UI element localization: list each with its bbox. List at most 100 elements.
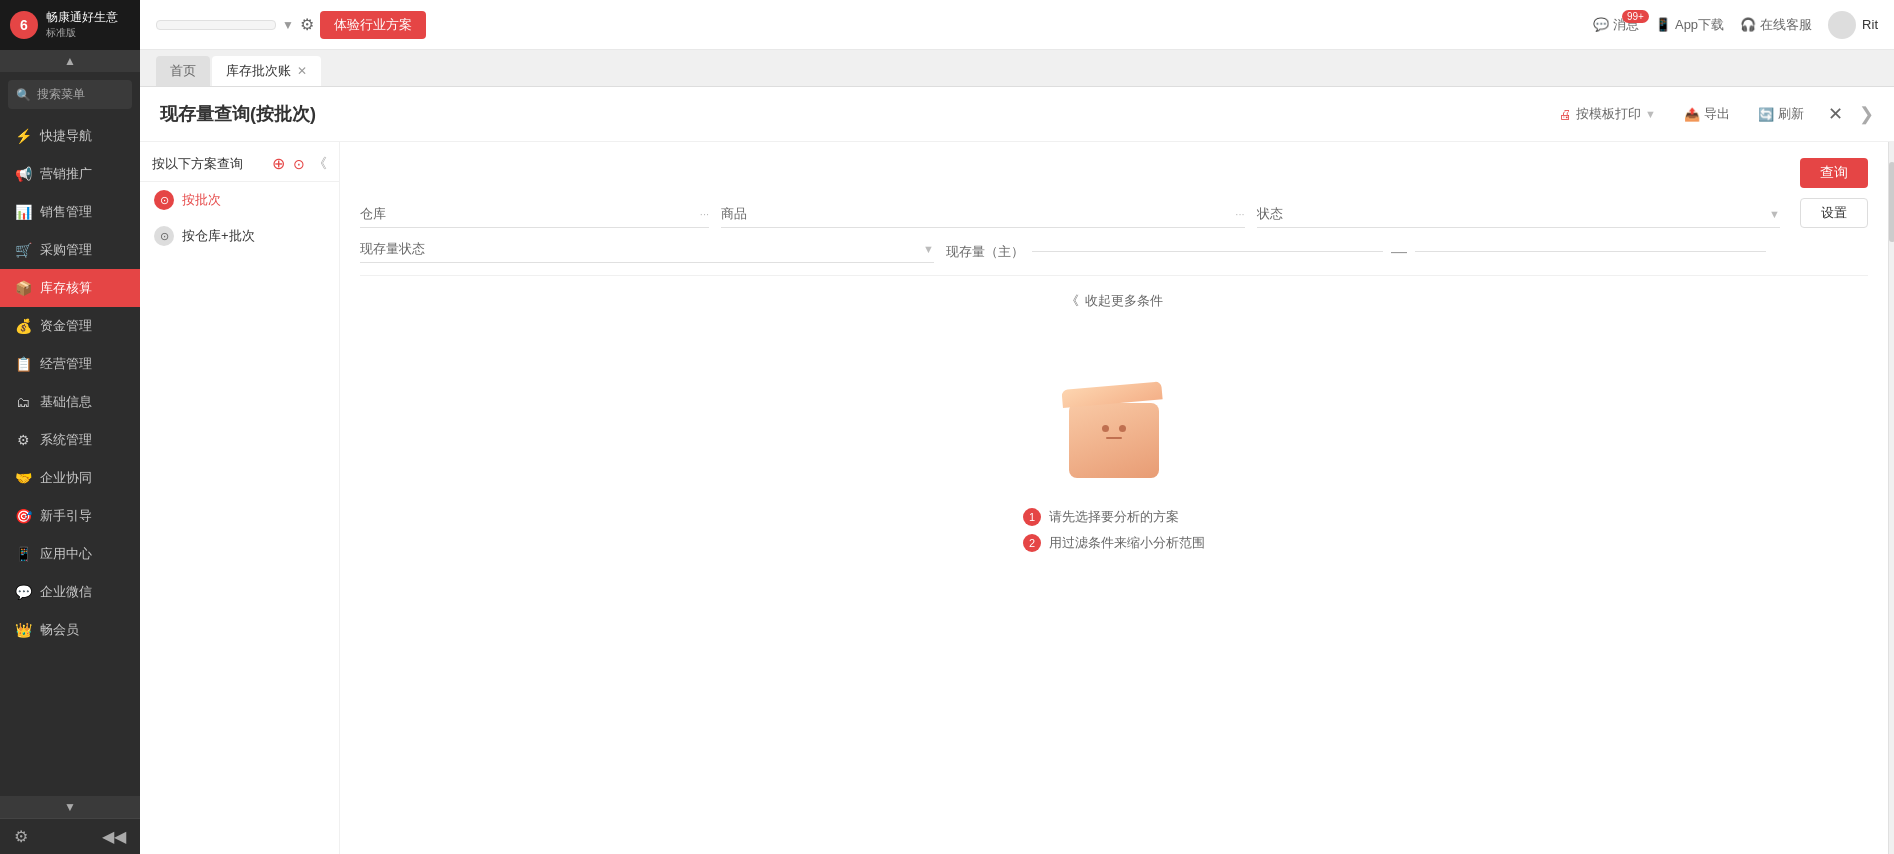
empty-state: 1 请先选择要分析的方案 2 用过滤条件来缩小分析范围 — [360, 318, 1868, 592]
online-service-btn[interactable]: 🎧 在线客服 — [1740, 16, 1812, 34]
sidebar-search[interactable]: 🔍 搜索菜单 — [8, 80, 132, 109]
collapse-more-btn[interactable]: 《 收起更多条件 — [360, 284, 1868, 318]
sidebar-item-label: 系统管理 — [40, 431, 92, 449]
nav-icon-finance: 💰 — [14, 317, 32, 335]
empty-box-body — [1069, 403, 1159, 478]
inventory-status-arrow[interactable]: ▼ — [923, 243, 934, 255]
tab-batch-account[interactable]: 库存批次账 ✕ — [212, 56, 321, 86]
product-more-icon[interactable]: ··· — [1235, 208, 1244, 220]
warehouse-more-icon[interactable]: ··· — [700, 208, 709, 220]
sidebar-item-enterprise[interactable]: 🤝 企业协同 — [0, 459, 140, 497]
sidebar-item-inventory[interactable]: 📦 库存核算 — [0, 269, 140, 307]
tab-close-icon[interactable]: ✕ — [297, 64, 307, 78]
warehouse-label: 仓库 — [360, 205, 390, 223]
add-filter-icon[interactable]: ⊕ — [272, 154, 285, 173]
export-icon: 📤 — [1684, 107, 1700, 122]
sidebar-bottom: ⚙ ◀◀ — [0, 818, 140, 854]
scrollbar-thumb[interactable] — [1889, 162, 1894, 242]
sidebar-item-label: 库存核算 — [40, 279, 92, 297]
user-profile-btn[interactable]: Rit — [1828, 11, 1878, 39]
print-dropdown-icon[interactable]: ▼ — [1645, 108, 1656, 120]
collapse-up-icon: 《 — [1066, 292, 1079, 310]
collapse-label: 收起更多条件 — [1085, 292, 1163, 310]
export-btn[interactable]: 📤 导出 — [1676, 101, 1738, 127]
app-title: 畅康通好生意 — [46, 10, 118, 26]
inventory-qty-label: 现存量（主） — [946, 243, 1024, 261]
empty-eyes — [1102, 425, 1126, 432]
sidebar-scroll-up[interactable]: ▲ — [0, 50, 140, 72]
sidebar-item-wechat[interactable]: 💬 企业微信 — [0, 573, 140, 611]
nav-icon-marketing: 📢 — [14, 165, 32, 183]
status-arrow-icon[interactable]: ▼ — [1769, 208, 1780, 220]
status-label: 状态 — [1257, 205, 1287, 223]
filter-item-icon-batch: ⊙ — [154, 190, 174, 210]
sidebar-item-quick-nav[interactable]: ⚡ 快捷导航 — [0, 117, 140, 155]
tab-home[interactable]: 首页 — [156, 56, 210, 86]
settings-icon[interactable]: ⚙ — [14, 827, 28, 846]
empty-eye-left — [1102, 425, 1109, 432]
filter-collapse-icon[interactable]: 《 — [313, 155, 327, 173]
experience-btn[interactable]: 体验行业方案 — [320, 11, 426, 39]
nav-icon-basic: 🗂 — [14, 393, 32, 411]
sidebar-item-operations[interactable]: 📋 经营管理 — [0, 345, 140, 383]
expand-panel-icon[interactable]: ❯ — [1859, 103, 1874, 125]
settings-btn[interactable]: 设置 — [1800, 198, 1868, 228]
nav-icon-inventory: 📦 — [14, 279, 32, 297]
scrollbar-right[interactable] — [1888, 142, 1894, 854]
search-icon: 🔍 — [16, 88, 31, 102]
tip-text-2: 用过滤条件来缩小分析范围 — [1049, 534, 1205, 552]
filter-panel-actions: ⊕ ⊙ 《 — [272, 154, 327, 173]
close-panel-btn[interactable]: ✕ — [1824, 99, 1847, 129]
topbar-gear-icon[interactable]: ⚙ — [300, 15, 314, 34]
filter-item-label-batch: 按批次 — [182, 191, 221, 209]
app-download-btn[interactable]: 📱 App下载 — [1655, 16, 1724, 34]
inventory-qty-from[interactable] — [1032, 251, 1383, 252]
inventory-qty-to[interactable] — [1415, 251, 1766, 252]
tabbar: 首页 库存批次账 ✕ — [140, 50, 1894, 87]
nav-icon-enterprise: 🤝 — [14, 469, 32, 487]
sidebar-item-label: 应用中心 — [40, 545, 92, 563]
filter-divider — [360, 275, 1868, 276]
filter-settings-icon[interactable]: ⊙ — [293, 156, 305, 172]
filter-item-label-wh-batch: 按仓库+批次 — [182, 227, 255, 245]
sidebar-item-label: 企业微信 — [40, 583, 92, 601]
print-btn[interactable]: 🖨 按模板打印 ▼ — [1551, 101, 1664, 127]
filter-item-by-warehouse-batch[interactable]: ⊙ 按仓库+批次 — [140, 218, 339, 254]
warehouse-field-group: 仓库 ··· — [360, 205, 709, 228]
sidebar-item-basic[interactable]: 🗂 基础信息 — [0, 383, 140, 421]
sidebar-header: 6 畅康通好生意 标准版 — [0, 0, 140, 50]
tab-home-label: 首页 — [170, 62, 196, 80]
sidebar-item-member[interactable]: 👑 畅会员 — [0, 611, 140, 649]
collapse-sidebar-icon[interactable]: ◀◀ — [102, 827, 126, 846]
sidebar-scroll-down[interactable]: ▼ — [0, 796, 140, 818]
refresh-label: 刷新 — [1778, 105, 1804, 123]
filter-item-by-batch[interactable]: ⊙ 按批次 — [140, 182, 339, 218]
sidebar-item-newbie[interactable]: 🎯 新手引导 — [0, 497, 140, 535]
topbar-dropdown-arrow[interactable]: ▼ — [282, 18, 294, 32]
sidebar-item-label: 资金管理 — [40, 317, 92, 335]
sidebar-item-purchase[interactable]: 🛒 采购管理 — [0, 231, 140, 269]
page-actions: 🖨 按模板打印 ▼ 📤 导出 🔄 刷新 ✕ ❯ — [1551, 99, 1874, 129]
sidebar-item-label: 营销推广 — [40, 165, 92, 183]
page-header: 现存量查询(按批次) 🖨 按模板打印 ▼ 📤 导出 🔄 刷新 ✕ ❯ — [140, 87, 1894, 142]
query-action-buttons: 查询 设置 — [1800, 158, 1868, 228]
sidebar-item-marketing[interactable]: 📢 营销推广 — [0, 155, 140, 193]
sidebar-item-label: 采购管理 — [40, 241, 92, 259]
inventory-qty-field: 现存量（主） — — [946, 243, 1766, 261]
sidebar-item-system[interactable]: ⚙ 系统管理 — [0, 421, 140, 459]
refresh-btn[interactable]: 🔄 刷新 — [1750, 101, 1812, 127]
topbar: ▼ ⚙ 体验行业方案 💬 消息 99+ 📱 App下载 🎧 在线客服 Rit — [140, 0, 1894, 50]
inventory-status-label: 现存量状态 — [360, 240, 425, 258]
notification-btn[interactable]: 💬 消息 99+ — [1593, 16, 1639, 34]
sidebar-item-app-center[interactable]: 📱 应用中心 — [0, 535, 140, 573]
status-field-group: 状态 ▼ — [1257, 205, 1781, 228]
topbar-search-box[interactable] — [156, 20, 276, 30]
query-btn[interactable]: 查询 — [1800, 158, 1868, 188]
user-name: Rit — [1862, 17, 1878, 32]
nav-icon-wechat: 💬 — [14, 583, 32, 601]
empty-mouth — [1106, 437, 1122, 439]
print-icon: 🖨 — [1559, 107, 1572, 122]
sidebar-item-finance[interactable]: 💰 资金管理 — [0, 307, 140, 345]
sidebar-item-sales[interactable]: 📊 销售管理 — [0, 193, 140, 231]
app-download-label: App下载 — [1675, 16, 1724, 34]
